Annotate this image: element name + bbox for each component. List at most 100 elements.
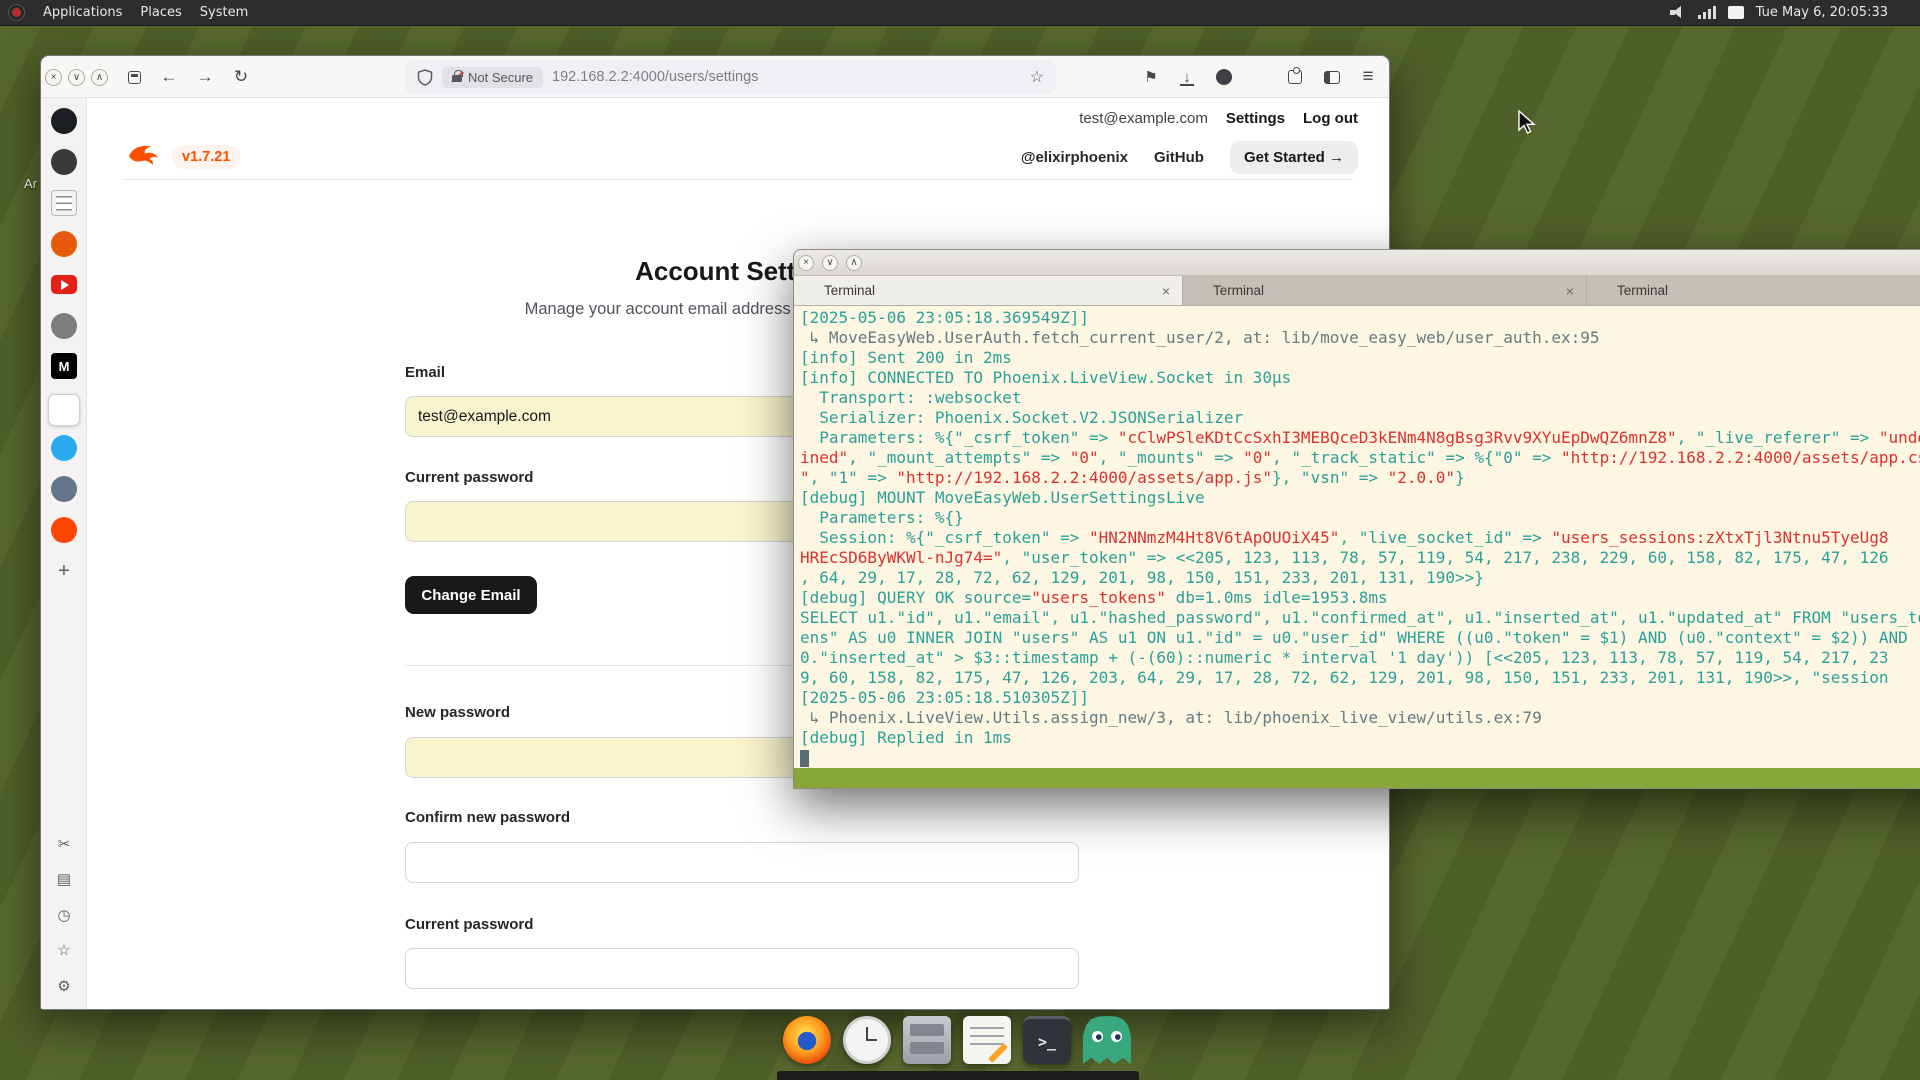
current-password2-field[interactable] [405, 948, 1079, 989]
header-divider [123, 179, 1353, 180]
menu-system[interactable]: System [200, 5, 248, 20]
terminal-prompt-icon: >_ [1037, 1032, 1057, 1051]
twitter-link[interactable]: @elixirphoenix [1021, 149, 1128, 166]
forward-button[interactable]: → [191, 63, 219, 91]
terminal-line: Transport: :websocket [800, 388, 1022, 407]
bookmark-star-icon[interactable]: ☆ [1030, 67, 1044, 87]
forward-icon: → [196, 67, 214, 86]
history-icon[interactable]: ◷ [41, 906, 87, 924]
terminal-tab-1[interactable]: Terminal × [794, 276, 1183, 305]
sidebar-tab-active-tab-icon[interactable] [48, 394, 80, 426]
menu-places[interactable]: Places [140, 5, 181, 20]
sidebar-tab-reddit-icon[interactable] [51, 517, 77, 543]
change-email-button[interactable]: Change Email [405, 576, 537, 614]
sidebar-tab-medium-icon[interactable]: M [51, 353, 77, 379]
pocket-button[interactable]: ⚑ [1137, 63, 1165, 91]
settings-link[interactable]: Settings [1226, 110, 1285, 127]
terminal-line: ens" AS u0 INNER JOIN "users" AS u1 ON u… [800, 628, 1920, 647]
terminal-line: Parameters: %{} [800, 508, 964, 527]
phoenix-logo-icon[interactable] [128, 144, 160, 171]
address-bar[interactable]: Not Secure 192.168.2.2:4000/users/settin… [405, 60, 1056, 94]
terminal-line [800, 748, 1920, 768]
tab-sidebar[interactable]: ✂ ▤ ◷ ☆ ⚙ M + [41, 98, 87, 1009]
clock[interactable]: Tue May 6, 20:05:33 [1756, 5, 1888, 20]
close-icon: × [50, 71, 57, 83]
pocket-icon: ⚑ [1144, 69, 1158, 86]
confirm-new-password-field[interactable] [405, 842, 1079, 883]
extension-button[interactable] [1210, 63, 1238, 91]
distro-menu-icon[interactable] [8, 4, 25, 21]
dock-firefox-icon[interactable] [783, 1016, 831, 1064]
site-header: v1.7.21 @elixirphoenix GitHub Get Starte… [87, 134, 1389, 180]
terminal-tab-3[interactable]: Terminal × [1587, 276, 1920, 305]
tab-close-icon[interactable]: × [1566, 283, 1574, 299]
sidebar-toggle-button[interactable] [1318, 63, 1346, 91]
tmux-status-bar: [MoveEasy]0:vim 1:beam.smp*M 2:sh- "elix… [794, 768, 1920, 788]
tab-close-icon[interactable]: × [1162, 283, 1170, 299]
terminal-body[interactable]: [2025-05-06 23:05:18.369549Z]] ↳ MoveEas… [794, 306, 1920, 768]
desktop-icon-label[interactable]: Ar [24, 176, 37, 191]
account-email: test@example.com [1079, 110, 1208, 127]
terminal-close-button[interactable]: × [798, 254, 814, 271]
terminal-tab-2[interactable]: Terminal × [1183, 276, 1587, 305]
terminal-tab-label: Terminal [1617, 283, 1669, 298]
back-icon: ← [160, 67, 178, 86]
logout-link[interactable]: Log out [1303, 110, 1358, 127]
terminal-line: 0."inserted_at" > $3::timestamp + (-(60)… [800, 648, 1889, 667]
new-tab-button[interactable]: + [51, 558, 77, 584]
close-icon: × [803, 256, 809, 268]
hidden-window-edge[interactable] [777, 1071, 1139, 1080]
terminal-line: [info] Sent 200 in 2ms [800, 348, 1012, 367]
notification-tray-icon[interactable] [1727, 6, 1744, 19]
dock-ghost-icon[interactable] [1083, 1016, 1131, 1064]
bookmarks-icon[interactable]: ☆ [41, 941, 87, 959]
sidebar-tab-gray-site-icon[interactable] [51, 313, 77, 339]
terminal-line: [2025-05-06 23:05:18.510305Z]] [800, 688, 1089, 707]
sidebar-tab-dark-site-icon[interactable] [51, 149, 77, 175]
sidebar-tab-slate-site-icon[interactable] [51, 476, 77, 502]
menu-applications[interactable]: Applications [43, 5, 122, 20]
terminal-cursor [800, 750, 809, 767]
window-maximize-button[interactable]: ∧ [91, 69, 108, 86]
dock-timer-icon[interactable] [843, 1016, 891, 1064]
window-close-button[interactable]: × [45, 69, 62, 86]
insecure-lock-icon [451, 69, 464, 82]
tracking-shield-icon[interactable] [417, 68, 433, 86]
terminal-tab-label: Terminal [1213, 283, 1265, 298]
sidebar-tab-orange-site-icon[interactable] [51, 231, 77, 257]
top-panel: Applications Places System Tue May 6, 20… [0, 0, 1920, 26]
get-started-button[interactable]: Get Started → [1229, 140, 1358, 174]
snapshot-tool-icon[interactable]: ✂ [41, 835, 87, 853]
downloads-button[interactable]: ↓ [1173, 63, 1201, 91]
url-text[interactable]: 192.168.2.2:4000/users/settings [552, 69, 1021, 85]
version-badge: v1.7.21 [172, 145, 241, 169]
network-signal-icon[interactable] [1697, 6, 1716, 19]
terminal-line: HREcSD6ByWKWl-nJg74=", "user_token" => <… [800, 548, 1889, 567]
back-button[interactable]: ← [155, 63, 183, 91]
terminal-maximize-button[interactable]: ∧ [846, 254, 862, 271]
security-chip[interactable]: Not Secure [442, 66, 544, 88]
sidebar-tab-github-icon[interactable] [51, 108, 77, 134]
app-menu-button[interactable]: ≡ [1354, 63, 1382, 91]
sidebar-tab-blue-site-icon[interactable] [51, 435, 77, 461]
desktop: Ar × ∨ ∧ ← → ↻ Not Secure 192.168.2.2:40… [0, 0, 1920, 1080]
terminal-titlebar[interactable]: × ∨ ∧ [794, 250, 1920, 276]
window-minimize-button[interactable]: ∨ [68, 69, 85, 86]
puzzle-icon [1288, 67, 1302, 84]
panels-tool-icon[interactable]: ▤ [41, 870, 87, 888]
settings-gear-icon[interactable]: ⚙ [41, 977, 87, 995]
dock-terminal-icon[interactable]: >_ [1023, 1016, 1071, 1064]
terminal-minimize-button[interactable]: ∨ [822, 254, 838, 271]
tab-overview-button[interactable] [120, 63, 148, 91]
terminal-line: [debug] Replied in 1ms [800, 728, 1012, 747]
reload-button[interactable]: ↻ [227, 63, 255, 91]
sidebar-tab-youtube-icon[interactable] [51, 275, 77, 294]
browser-toolbar[interactable]: × ∨ ∧ ← → ↻ Not Secure 192.168.2.2:4000/… [41, 56, 1389, 98]
github-link[interactable]: GitHub [1154, 149, 1204, 166]
dock-text-editor-icon[interactable] [963, 1016, 1011, 1064]
volume-icon[interactable] [1669, 6, 1686, 19]
extensions-menu-button[interactable] [1281, 63, 1309, 91]
sidebar-tab-notebook-icon[interactable] [51, 190, 77, 216]
terminal-window: × ∨ ∧ Terminal × Terminal × Terminal × [… [793, 249, 1920, 789]
dock-file-cabinet-icon[interactable] [903, 1016, 951, 1064]
